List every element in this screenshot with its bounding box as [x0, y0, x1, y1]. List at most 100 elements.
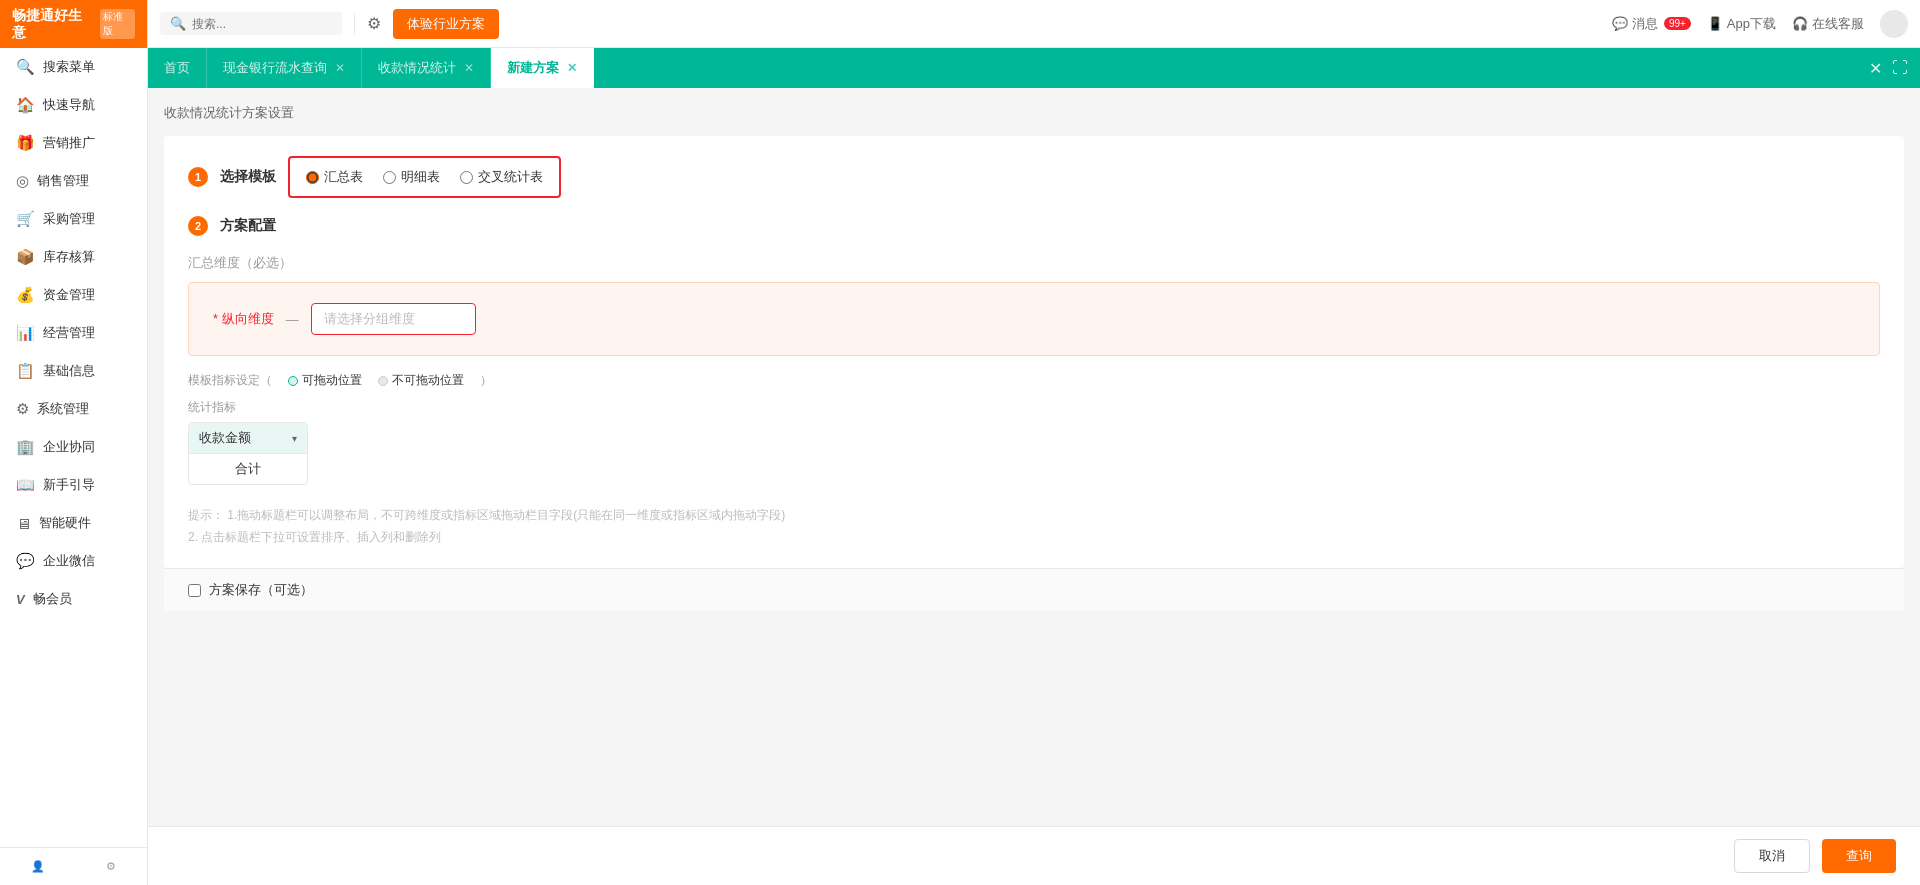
cancel-button[interactable]: 取消	[1734, 839, 1810, 873]
sidebar-item-system[interactable]: ⚙ 系统管理	[0, 390, 147, 428]
hint-line-2: 2. 点击标题栏下拉可设置排序、插入列和删除列	[188, 527, 1880, 549]
step1-label: 选择模板	[220, 168, 276, 186]
purchase-icon: 🛒	[16, 210, 35, 228]
radio-summary-input[interactable]	[306, 171, 319, 184]
sidebar-item-basic[interactable]: 📋 基础信息	[0, 352, 147, 390]
dimension-row: * 纵向维度 — 请选择分组维度	[213, 303, 1855, 335]
sidebar-item-label: 系统管理	[37, 400, 89, 418]
sidebar-item-guide[interactable]: 📖 新手引导	[0, 466, 147, 504]
sidebar-item-enterprise[interactable]: 🏢 企业协同	[0, 428, 147, 466]
user-avatar[interactable]	[1880, 10, 1908, 38]
basic-icon: 📋	[16, 362, 35, 380]
tab-bank-flow[interactable]: 现金银行流水查询 ✕	[207, 48, 362, 88]
metrics-header-text: 收款金额	[199, 429, 251, 447]
movable-badge: 可拖动位置	[288, 372, 362, 389]
sidebar-item-finance[interactable]: 💰 资金管理	[0, 276, 147, 314]
sidebar-item-label: 企业微信	[43, 552, 95, 570]
sidebar-settings-btn[interactable]: ⚙	[102, 856, 120, 877]
support-icon: 🎧	[1792, 16, 1808, 31]
search-input[interactable]	[192, 17, 332, 31]
sidebar-item-operation[interactable]: 📊 经营管理	[0, 314, 147, 352]
sidebar-item-label: 企业协同	[43, 438, 95, 456]
topbar-divider	[354, 14, 355, 34]
step1-badge: 1	[188, 167, 208, 187]
hardware-icon: 🖥	[16, 515, 31, 532]
sidebar-user-btn[interactable]: 👤	[27, 856, 49, 877]
tabs-actions: ✕ ⛶	[1869, 59, 1920, 78]
radio-summary-label: 汇总表	[324, 168, 363, 186]
guide-icon: 📖	[16, 476, 35, 494]
radio-detail-input[interactable]	[383, 171, 396, 184]
sidebar-item-wechat[interactable]: 💬 企业微信	[0, 542, 147, 580]
sidebar-item-inventory[interactable]: 📦 库存核算	[0, 238, 147, 276]
tab-new-plan-label: 新建方案	[507, 59, 559, 77]
home-icon: 🏠	[16, 96, 35, 114]
sidebar-item-label: 基础信息	[43, 362, 95, 380]
sidebar-item-purchase[interactable]: 🛒 采购管理	[0, 200, 147, 238]
notification-btn[interactable]: 💬 消息 99+	[1612, 15, 1691, 33]
tab-receipt-stats-close[interactable]: ✕	[464, 61, 474, 75]
page-title: 收款情况统计方案设置	[164, 104, 1904, 122]
movable-label: 可拖动位置	[302, 372, 362, 389]
search-box[interactable]: 🔍	[160, 12, 342, 35]
sidebar-logo: 畅捷通好生意 标准版	[0, 0, 147, 48]
online-support-btn[interactable]: 🎧 在线客服	[1792, 15, 1864, 33]
topbar-right: 💬 消息 99+ 📱 App下载 🎧 在线客服	[1612, 10, 1908, 38]
app-download-btn[interactable]: 📱 App下载	[1707, 15, 1776, 33]
metrics-section: 模板指标设定（ 可拖动位置 不可拖动位置 ） 统计指标	[188, 372, 1880, 485]
sales-icon: ◎	[16, 172, 29, 190]
tab-home[interactable]: 首页	[148, 48, 207, 88]
sidebar-item-sales[interactable]: ◎ 销售管理	[0, 162, 147, 200]
step1-row: 1 选择模板 汇总表 明细表 交叉统计表	[188, 156, 1880, 198]
sidebar-item-member[interactable]: V 畅会员	[0, 580, 147, 618]
footer-area: 方案保存（可选）	[164, 568, 1904, 611]
inventory-icon: 📦	[16, 248, 35, 266]
dimension-area: * 纵向维度 — 请选择分组维度	[188, 282, 1880, 356]
dimension-placeholder: 请选择分组维度	[324, 311, 415, 326]
system-icon: ⚙	[16, 400, 29, 418]
sidebar-item-label: 营销推广	[43, 134, 95, 152]
sidebar-item-label: 快速导航	[43, 96, 95, 114]
vertical-dimension-label: * 纵向维度	[213, 310, 274, 328]
tab-bank-flow-label: 现金银行流水查询	[223, 59, 327, 77]
template-selector: 汇总表 明细表 交叉统计表	[288, 156, 561, 198]
sidebar-item-search-menu[interactable]: 🔍 搜索菜单	[0, 48, 147, 86]
config-card: 1 选择模板 汇总表 明细表 交叉统计表	[164, 136, 1904, 568]
tab-close-window-icon[interactable]: ✕	[1869, 59, 1882, 78]
tab-receipt-stats[interactable]: 收款情况统计 ✕	[362, 48, 491, 88]
radio-detail-label: 明细表	[401, 168, 440, 186]
sidebar-item-label: 销售管理	[37, 172, 89, 190]
finance-icon: 💰	[16, 286, 35, 304]
save-plan-checkbox[interactable]	[188, 584, 201, 597]
operation-icon: 📊	[16, 324, 35, 342]
query-button[interactable]: 查询	[1822, 839, 1896, 873]
download-icon: 📱	[1707, 16, 1723, 31]
sidebar-item-hardware[interactable]: 🖥 智能硬件	[0, 504, 147, 542]
dimension-select[interactable]: 请选择分组维度	[311, 303, 476, 335]
dimension-title: 汇总维度（必选）	[188, 254, 1880, 272]
tab-bank-flow-close[interactable]: ✕	[335, 61, 345, 75]
chevron-down-icon[interactable]: ▾	[292, 433, 297, 444]
radio-detail[interactable]: 明细表	[383, 168, 440, 186]
metrics-header[interactable]: 收款金额 ▾	[189, 423, 307, 454]
radio-cross[interactable]: 交叉统计表	[460, 168, 543, 186]
radio-summary[interactable]: 汇总表	[306, 168, 363, 186]
sidebar-item-quick-nav[interactable]: 🏠 快速导航	[0, 86, 147, 124]
sidebar-bottom: 👤 ⚙	[0, 847, 147, 885]
radio-cross-input[interactable]	[460, 171, 473, 184]
notification-badge: 99+	[1664, 17, 1691, 30]
metrics-close-paren: ）	[480, 372, 492, 389]
sidebar-item-marketing[interactable]: 🎁 营销推广	[0, 124, 147, 162]
tab-new-plan[interactable]: 新建方案 ✕	[491, 48, 594, 88]
stat-label-row: 统计指标	[188, 399, 1880, 416]
tab-maximize-icon[interactable]: ⛶	[1892, 59, 1908, 77]
stat-label: 统计指标	[188, 400, 236, 414]
tab-new-plan-close[interactable]: ✕	[567, 61, 577, 75]
metrics-title-row: 模板指标设定（ 可拖动位置 不可拖动位置 ）	[188, 372, 1880, 389]
fixed-label: 不可拖动位置	[392, 372, 464, 389]
search-menu-icon: 🔍	[16, 58, 35, 76]
notification-icon: 💬	[1612, 16, 1628, 31]
download-label: App下载	[1727, 15, 1776, 33]
trial-industry-button[interactable]: 体验行业方案	[393, 9, 499, 39]
gear-icon[interactable]: ⚙	[367, 14, 381, 33]
